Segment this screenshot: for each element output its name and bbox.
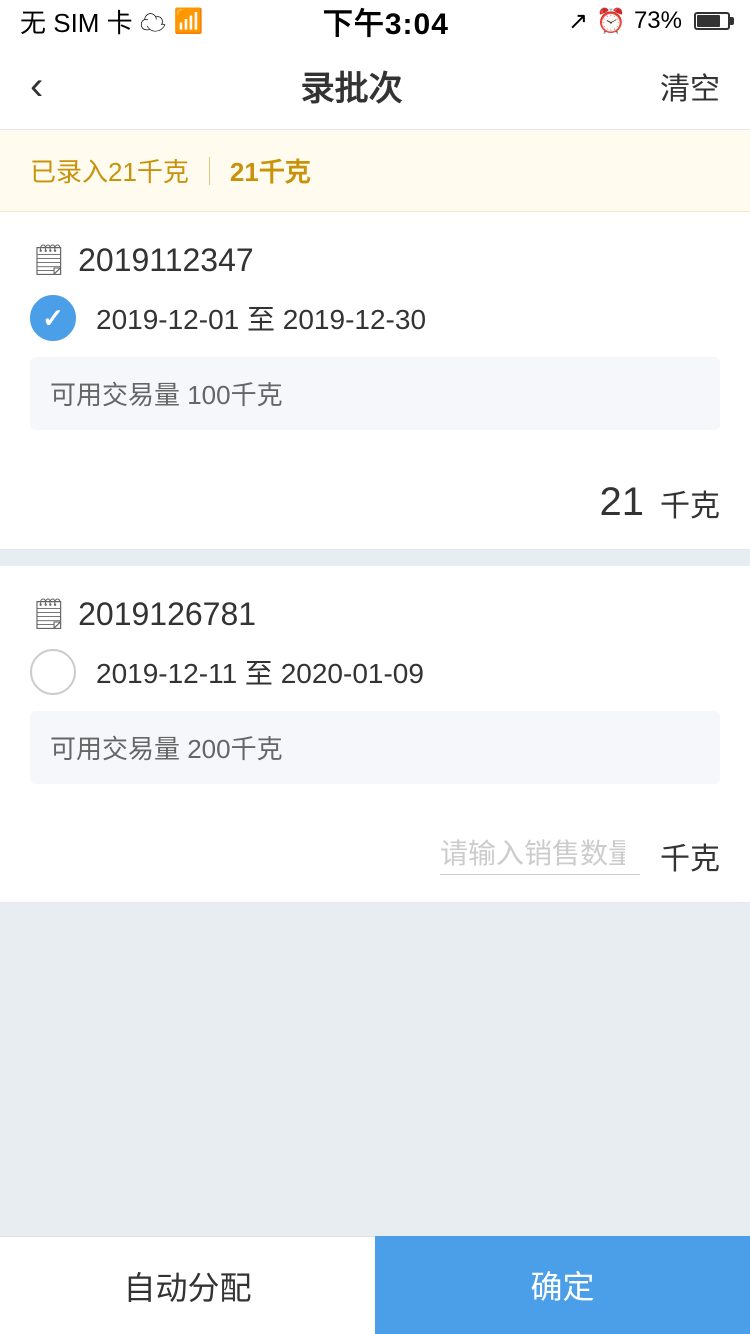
batch-date-text-1: 2019-12-01 至 2019-12-30 [96, 298, 426, 338]
batch-id-text-1: 2019112347 [78, 242, 254, 279]
banner-divider [209, 157, 210, 185]
auto-distribute-button[interactable]: 自动分配 [0, 1236, 375, 1334]
confirm-button[interactable]: 确定 [375, 1236, 750, 1334]
batch-icon-1: 🗒 [30, 243, 68, 278]
alarm-icon: ⏰ [596, 7, 626, 36]
radio-button-1[interactable] [30, 295, 76, 341]
status-bar: 无 SIM 卡 ☁ 📶 下午3:04 ↗ ⏰ 73% [0, 0, 750, 42]
bottom-buttons: 自动分配 确定 [0, 1236, 750, 1334]
wifi-icon: 📶 [174, 7, 204, 36]
info-banner: 已录入21千克 21千克 [0, 130, 750, 212]
status-time: 下午3:04 [323, 0, 449, 43]
batch-card-1: 🗒 2019112347 2019-12-01 至 2019-12-30 可用交… [0, 212, 750, 550]
batch-availability-2: 可用交易量 200千克 [30, 711, 720, 784]
card-separator [0, 550, 750, 566]
clear-button[interactable]: 清空 [660, 64, 720, 108]
input-unit-2: 千克 [660, 834, 720, 878]
batch-date-text-2: 2019-12-11 至 2020-01-09 [96, 652, 424, 692]
quantity-row-1: 21 千克 [0, 460, 750, 550]
radio-button-2[interactable] [30, 649, 76, 695]
batch-date-row-1[interactable]: 2019-12-01 至 2019-12-30 [30, 295, 720, 341]
batch-availability-1: 可用交易量 100千克 [30, 357, 720, 430]
batch-card-2: 🗒 2019126781 2019-12-11 至 2020-01-09 可用交… [0, 566, 750, 903]
page-title: 录批次 [301, 61, 403, 110]
batch-id-row-1: 🗒 2019112347 [30, 242, 720, 279]
status-left: 无 SIM 卡 ☁ 📶 [20, 3, 204, 40]
battery-percent: 73% [634, 7, 682, 35]
back-button[interactable]: ‹ [30, 66, 43, 106]
location-icon: ↗ [568, 7, 588, 36]
input-row-2: 千克 [0, 814, 750, 903]
quantity-unit-1: 千克 [660, 481, 720, 525]
batch-icon-2: 🗒 [30, 597, 68, 632]
quantity-input-2[interactable] [440, 838, 640, 875]
sim-label: 无 SIM 卡 ☁ [20, 3, 166, 40]
recorded-value: 21千克 [230, 152, 311, 189]
nav-bar: ‹ 录批次 清空 [0, 42, 750, 130]
batch-id-text-2: 2019126781 [78, 596, 256, 633]
recorded-label: 已录入21千克 [30, 152, 189, 189]
batch-id-row-2: 🗒 2019126781 [30, 596, 720, 633]
battery-icon [694, 12, 730, 30]
status-right: ↗ ⏰ 73% [568, 7, 730, 36]
batch-date-row-2[interactable]: 2019-12-11 至 2020-01-09 [30, 649, 720, 695]
quantity-value-1: 21 [600, 480, 645, 525]
